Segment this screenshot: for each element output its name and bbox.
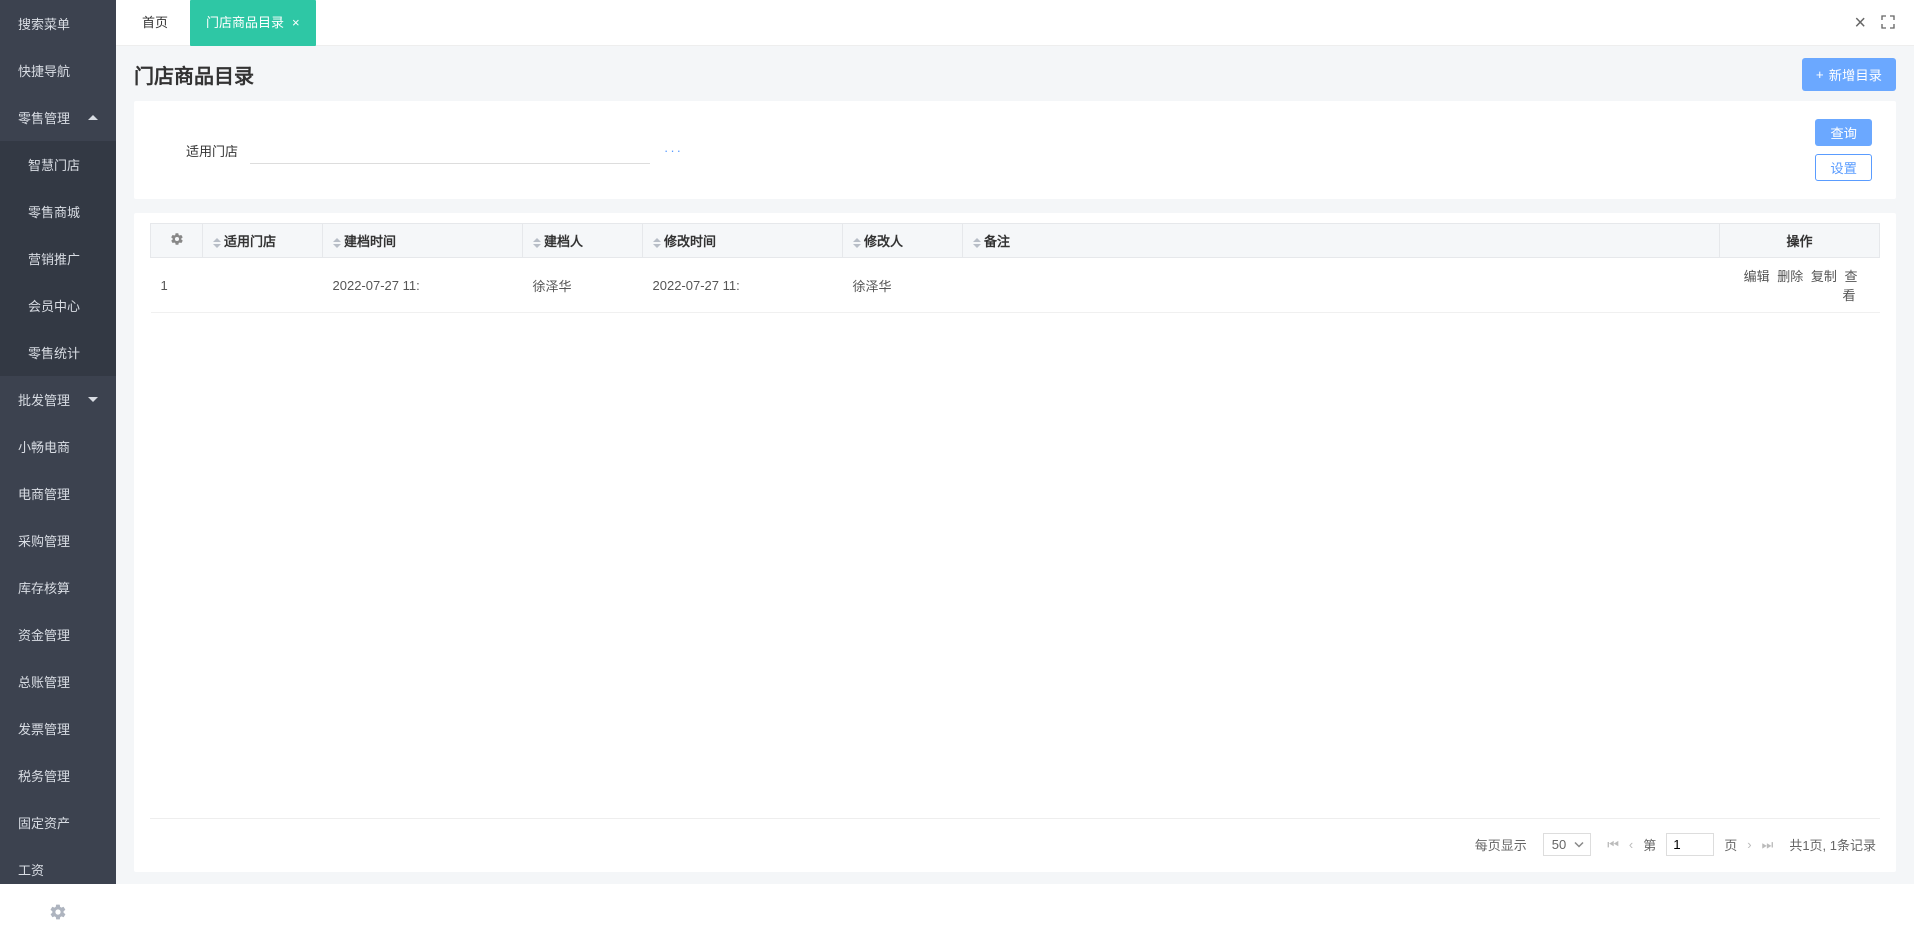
th-create-time[interactable]: 建档时间	[323, 224, 523, 258]
th-creator[interactable]: 建档人	[523, 224, 643, 258]
cell-modify-time: 2022-07-27 11:	[643, 258, 843, 313]
page-total: 共1页, 1条记录	[1789, 835, 1876, 854]
sidebar-item-xiaochang-ec[interactable]: 小畅电商	[0, 423, 116, 470]
filter-store-label: 适用门店	[158, 141, 238, 160]
chevron-down-icon	[1574, 837, 1584, 852]
sidebar-item-retail-mgmt[interactable]: 零售管理	[0, 94, 116, 141]
gear-icon	[170, 232, 184, 246]
sidebar-item-general-ledger[interactable]: 总账管理	[0, 658, 116, 705]
page-prefix: 第	[1643, 835, 1656, 854]
page-first[interactable]: ⏮	[1607, 837, 1619, 853]
sidebar-item-fund-mgmt[interactable]: 资金管理	[0, 611, 116, 658]
sort-icon	[333, 238, 341, 248]
tabbar: 首页 门店商品目录 × ×	[116, 0, 1914, 46]
table-config-button[interactable]	[151, 224, 203, 258]
sort-icon	[533, 238, 541, 248]
pager: 每页显示 50 ⏮ ‹ 第 页 › ⏭ 共1页, 1条记录	[150, 818, 1880, 862]
add-catalog-button[interactable]: + 新增目录	[1802, 58, 1896, 91]
per-page-label: 每页显示	[1475, 835, 1527, 854]
sidebar-item-purchase-mgmt[interactable]: 采购管理	[0, 517, 116, 564]
page-nav: ⏮ ‹ 第 页 › ⏭	[1607, 833, 1773, 856]
filter-row: 适用门店 ··· 查询 设置	[134, 101, 1896, 199]
sidebar-item-stock-accounting[interactable]: 库存核算	[0, 564, 116, 611]
cell-create-time: 2022-07-27 11:	[323, 258, 523, 313]
chevron-up-icon	[88, 115, 98, 120]
sidebar-item-search-menu[interactable]: 搜索菜单	[0, 0, 116, 47]
sidebar-item-salary[interactable]: 工资	[0, 846, 116, 893]
catalog-table: 适用门店 建档时间 建档人 修改时间 修改人 备注 操作 1 2022-07-2…	[150, 223, 1880, 313]
sidebar-sub-retail-mall[interactable]: 零售商城	[0, 188, 116, 235]
page-title: 门店商品目录	[134, 60, 254, 89]
page-last[interactable]: ⏭	[1762, 837, 1774, 853]
table-wrap: 适用门店 建档时间 建档人 修改时间 修改人 备注 操作 1 2022-07-2…	[134, 213, 1896, 872]
tab-home[interactable]: 首页	[126, 0, 184, 46]
filter-actions: 查询 设置	[1815, 119, 1872, 181]
plus-icon: +	[1816, 67, 1824, 82]
cell-idx: 1	[151, 258, 203, 313]
sidebar-item-invoice-mgmt[interactable]: 发票管理	[0, 705, 116, 752]
sort-icon	[213, 238, 221, 248]
th-op: 操作	[1720, 224, 1880, 258]
sidebar-item-fixed-assets[interactable]: 固定资产	[0, 799, 116, 846]
main: 首页 门店商品目录 × × 门店商品目录 + 新增目录 适用门店 ··· 查询	[116, 0, 1914, 884]
sidebar: 搜索菜单 快捷导航 零售管理 智慧门店 零售商城 营销推广 会员中心 零售统计 …	[0, 0, 116, 884]
op-view[interactable]: 查看	[1842, 269, 1857, 303]
op-copy[interactable]: 复制	[1811, 269, 1837, 284]
th-remark[interactable]: 备注	[963, 224, 1720, 258]
sidebar-item-tax-mgmt[interactable]: 税务管理	[0, 752, 116, 799]
sort-icon	[853, 238, 861, 248]
query-button[interactable]: 查询	[1815, 119, 1872, 146]
table-row[interactable]: 1 2022-07-27 11: 徐泽华 2022-07-27 11: 徐泽华 …	[151, 258, 1880, 313]
th-modify-time[interactable]: 修改时间	[643, 224, 843, 258]
cell-ops: 编辑 删除 复制 查看	[1720, 258, 1880, 313]
filter-store-input[interactable]	[250, 136, 650, 164]
expand-icon	[1880, 14, 1896, 30]
title-row: 门店商品目录 + 新增目录	[134, 58, 1896, 91]
op-edit[interactable]: 编辑	[1744, 269, 1770, 284]
sidebar-sub-retail-stats[interactable]: 零售统计	[0, 329, 116, 376]
tab-store-catalog[interactable]: 门店商品目录 ×	[190, 0, 316, 46]
fullscreen-button[interactable]	[1880, 14, 1896, 33]
cell-modifier: 徐泽华	[843, 258, 963, 313]
sidebar-sub-member-center[interactable]: 会员中心	[0, 282, 116, 329]
sidebar-item-quick-nav[interactable]: 快捷导航	[0, 47, 116, 94]
th-modifier[interactable]: 修改人	[843, 224, 963, 258]
cell-creator: 徐泽华	[523, 258, 643, 313]
page-next[interactable]: ›	[1747, 837, 1751, 852]
th-store[interactable]: 适用门店	[203, 224, 323, 258]
cell-store	[203, 258, 323, 313]
chevron-down-icon	[88, 397, 98, 402]
content: 门店商品目录 + 新增目录 适用门店 ··· 查询 设置	[116, 46, 1914, 884]
sort-icon	[653, 238, 661, 248]
close-icon[interactable]: ×	[292, 0, 300, 46]
sidebar-item-wholesale-mgmt[interactable]: 批发管理	[0, 376, 116, 423]
op-delete[interactable]: 删除	[1777, 269, 1803, 284]
filter-more-button[interactable]: ···	[664, 143, 683, 158]
page-prev[interactable]: ‹	[1629, 837, 1633, 852]
top-actions: ×	[1854, 0, 1896, 46]
gear-icon	[49, 903, 67, 921]
sidebar-item-ec-mgmt[interactable]: 电商管理	[0, 470, 116, 517]
page-suffix: 页	[1724, 835, 1737, 854]
settings-button[interactable]: 设置	[1815, 154, 1872, 181]
sidebar-sub-smart-store[interactable]: 智慧门店	[0, 141, 116, 188]
sort-icon	[973, 238, 981, 248]
tabbar-close-button[interactable]: ×	[1854, 12, 1866, 35]
sidebar-settings-button[interactable]	[0, 893, 116, 934]
page-input[interactable]	[1666, 833, 1714, 856]
sidebar-sub-marketing[interactable]: 营销推广	[0, 235, 116, 282]
page-size-select[interactable]: 50	[1543, 833, 1591, 856]
cell-remark	[963, 258, 1720, 313]
